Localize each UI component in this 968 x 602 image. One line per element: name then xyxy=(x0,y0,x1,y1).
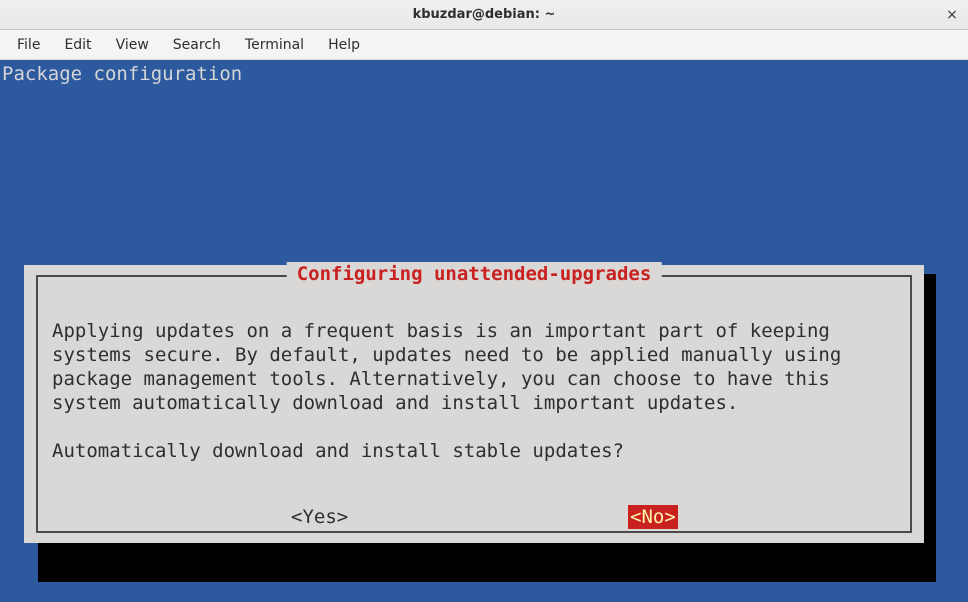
menu-help[interactable]: Help xyxy=(316,33,372,57)
menubar: File Edit View Search Terminal Help xyxy=(0,30,968,60)
terminal-area: Package configuration Configuring unatte… xyxy=(0,60,968,602)
package-config-header: Package configuration xyxy=(0,60,968,88)
window-title: kbuzdar@debian: ~ xyxy=(413,7,556,22)
menu-file[interactable]: File xyxy=(5,33,52,57)
dialog-frame: Configuring unattended-upgrades Applying… xyxy=(36,275,912,533)
dialog-title: Configuring unattended-upgrades xyxy=(287,262,662,286)
menu-search[interactable]: Search xyxy=(161,33,233,57)
menu-terminal[interactable]: Terminal xyxy=(233,33,316,57)
menu-view[interactable]: View xyxy=(104,33,161,57)
yes-button[interactable]: <Yes> xyxy=(291,505,348,529)
menu-edit[interactable]: Edit xyxy=(52,33,103,57)
dialog-question: Automatically download and install stabl… xyxy=(52,439,896,463)
window-titlebar: kbuzdar@debian: ~ × xyxy=(0,0,968,30)
close-icon[interactable]: × xyxy=(946,9,958,21)
no-button[interactable]: <No> xyxy=(628,505,678,529)
dialog-body: Applying updates on a frequent basis is … xyxy=(38,277,910,473)
dialog-body-text: Applying updates on a frequent basis is … xyxy=(52,319,896,415)
config-dialog: Configuring unattended-upgrades Applying… xyxy=(24,265,924,543)
